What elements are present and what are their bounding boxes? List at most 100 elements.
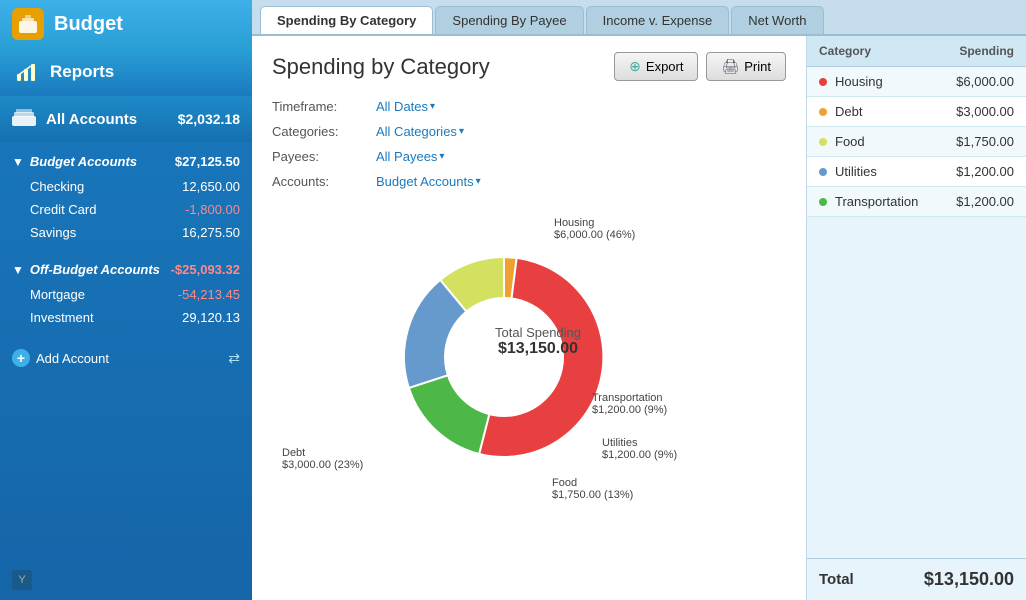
account-name-checking: Checking: [30, 179, 84, 194]
budget-accounts-header[interactable]: ▼ Budget Accounts $27,125.50: [0, 148, 252, 175]
chart-label-utilities: Utilities $1,200.00 (9%): [602, 437, 677, 461]
reports-icon: [12, 58, 40, 86]
sidebar-item-all-accounts[interactable]: All Accounts $2,032.18: [0, 96, 252, 142]
categories-dropdown[interactable]: All Categories ▾: [376, 122, 786, 141]
budget-accounts-name: Budget Accounts: [30, 154, 137, 169]
off-budget-accounts-section: ▼ Off-Budget Accounts -$25,093.32 Mortga…: [0, 250, 252, 335]
debt-dot: [819, 108, 827, 116]
print-label: Print: [744, 59, 771, 74]
utilities-category: Utilities: [835, 164, 956, 179]
sidebar-item-reports[interactable]: Reports: [0, 48, 252, 96]
total-value: $13,150.00: [924, 569, 1014, 590]
account-name-savings: Savings: [30, 225, 76, 240]
sidebar: Budget Reports All Accounts $2,032.18: [0, 0, 252, 600]
accounts-dropdown[interactable]: Budget Accounts ▾: [376, 172, 786, 191]
account-name-investment: Investment: [30, 310, 94, 325]
add-account-button[interactable]: + Add Account ⇄: [0, 339, 252, 377]
utilities-dot: [819, 168, 827, 176]
timeframe-label: Timeframe:: [272, 97, 372, 116]
payees-label: Payees:: [272, 147, 372, 166]
timeframe-dropdown[interactable]: All Dates ▾: [376, 97, 786, 116]
print-button[interactable]: 🖨 Print: [706, 52, 786, 81]
account-row-savings[interactable]: Savings 16,275.50: [0, 221, 252, 244]
export-button[interactable]: ⊕ Export: [614, 52, 698, 81]
transportation-category: Transportation: [835, 194, 956, 209]
report-sidebar: Category Spending Housing $6,000.00 Debt…: [806, 36, 1026, 600]
donut-chart: [359, 207, 699, 507]
budget-label: Budget: [54, 13, 123, 36]
summary-row-utilities[interactable]: Utilities $1,200.00: [807, 157, 1026, 187]
summary-row-transportation[interactable]: Transportation $1,200.00: [807, 187, 1026, 217]
all-accounts-left: All Accounts: [12, 106, 137, 132]
food-amount: $1,750.00: [956, 134, 1014, 149]
summary-row-housing[interactable]: Housing $6,000.00: [807, 67, 1026, 97]
categories-arrow: ▾: [459, 126, 464, 137]
sidebar-resize-arrows: ⇄: [228, 350, 240, 367]
transportation-dot: [819, 198, 827, 206]
add-account-plus-icon: +: [12, 349, 30, 367]
budget-accounts-total: $27,125.50: [175, 154, 240, 169]
report-title-row: Spending by Category ⊕ Export 🖨 Print: [272, 52, 786, 81]
budget-icon: [12, 8, 44, 40]
off-budget-accounts-header[interactable]: ▼ Off-Budget Accounts -$25,093.32: [0, 256, 252, 283]
food-category: Food: [835, 134, 956, 149]
account-row-checking[interactable]: Checking 12,650.00: [0, 175, 252, 198]
sidebar-item-budget[interactable]: Budget: [0, 0, 252, 48]
account-row-investment[interactable]: Investment 29,120.13: [0, 306, 252, 329]
payees-dropdown[interactable]: All Payees ▾: [376, 147, 786, 166]
add-account-label: Add Account: [36, 351, 109, 366]
sidebar-bottom: Y: [0, 377, 252, 600]
housing-dot: [819, 78, 827, 86]
off-budget-accounts-name: Off-Budget Accounts: [30, 262, 160, 277]
account-name-credit-card: Credit Card: [30, 202, 96, 217]
account-value-checking: 12,650.00: [182, 179, 240, 194]
all-accounts-label: All Accounts: [46, 111, 137, 128]
food-dot: [819, 138, 827, 146]
chart-label-housing: Housing $6,000.00 (46%): [554, 217, 635, 241]
add-account-left: + Add Account: [12, 349, 109, 367]
col-category: Category: [819, 44, 959, 58]
report-sidebar-total: Total $13,150.00: [807, 558, 1026, 600]
filter-grid: Timeframe: All Dates ▾ Categories: All C…: [272, 97, 786, 191]
debt-amount: $3,000.00: [956, 104, 1014, 119]
report-main: Spending by Category ⊕ Export 🖨 Print Ti…: [252, 36, 806, 600]
report-sidebar-header: Category Spending: [807, 36, 1026, 67]
chart-label-transportation: Transportation $1,200.00 (9%): [592, 392, 667, 416]
reports-label: Reports: [50, 62, 114, 82]
account-value-mortgage: -54,213.45: [178, 287, 240, 302]
timeframe-arrow: ▾: [430, 101, 435, 112]
total-label: Total: [819, 571, 854, 588]
debt-category: Debt: [835, 104, 956, 119]
account-row-mortgage[interactable]: Mortgage -54,213.45: [0, 283, 252, 306]
accounts-label: Accounts:: [272, 172, 372, 191]
tab-net-worth[interactable]: Net Worth: [731, 6, 823, 34]
housing-category: Housing: [835, 74, 956, 89]
report-title: Spending by Category: [272, 54, 490, 80]
all-accounts-value: $2,032.18: [178, 111, 240, 127]
chart-label-debt: Debt $3,000.00 (23%): [282, 447, 363, 471]
tab-bar: Spending By Category Spending By Payee I…: [252, 0, 1026, 36]
off-budget-accounts-header-left: ▼ Off-Budget Accounts: [12, 262, 160, 277]
account-value-credit-card: -1,800.00: [185, 202, 240, 217]
export-icon: ⊕: [629, 58, 641, 75]
budget-accounts-section: ▼ Budget Accounts $27,125.50 Checking 12…: [0, 142, 252, 250]
tab-spending-by-payee[interactable]: Spending By Payee: [435, 6, 583, 34]
account-row-credit-card[interactable]: Credit Card -1,800.00: [0, 198, 252, 221]
sidebar-bottom-icon: Y: [12, 570, 32, 590]
payees-arrow: ▾: [439, 151, 444, 162]
summary-row-food[interactable]: Food $1,750.00: [807, 127, 1026, 157]
budget-accounts-arrow: ▼: [12, 155, 24, 169]
account-value-investment: 29,120.13: [182, 310, 240, 325]
off-budget-accounts-arrow: ▼: [12, 263, 24, 277]
housing-amount: $6,000.00: [956, 74, 1014, 89]
summary-row-debt[interactable]: Debt $3,000.00: [807, 97, 1026, 127]
all-accounts-icon: [12, 106, 36, 132]
tab-spending-by-category[interactable]: Spending By Category: [260, 6, 433, 34]
main-content: Spending By Category Spending By Payee I…: [252, 0, 1026, 600]
categories-label: Categories:: [272, 122, 372, 141]
tab-income-vs-expense[interactable]: Income v. Expense: [586, 6, 730, 34]
report-buttons: ⊕ Export 🖨 Print: [614, 52, 786, 81]
chart-container: Total Spending $13,150.00 Housing $6,000…: [272, 207, 786, 527]
account-value-savings: 16,275.50: [182, 225, 240, 240]
chart-label-food: Food $1,750.00 (13%): [552, 477, 633, 501]
